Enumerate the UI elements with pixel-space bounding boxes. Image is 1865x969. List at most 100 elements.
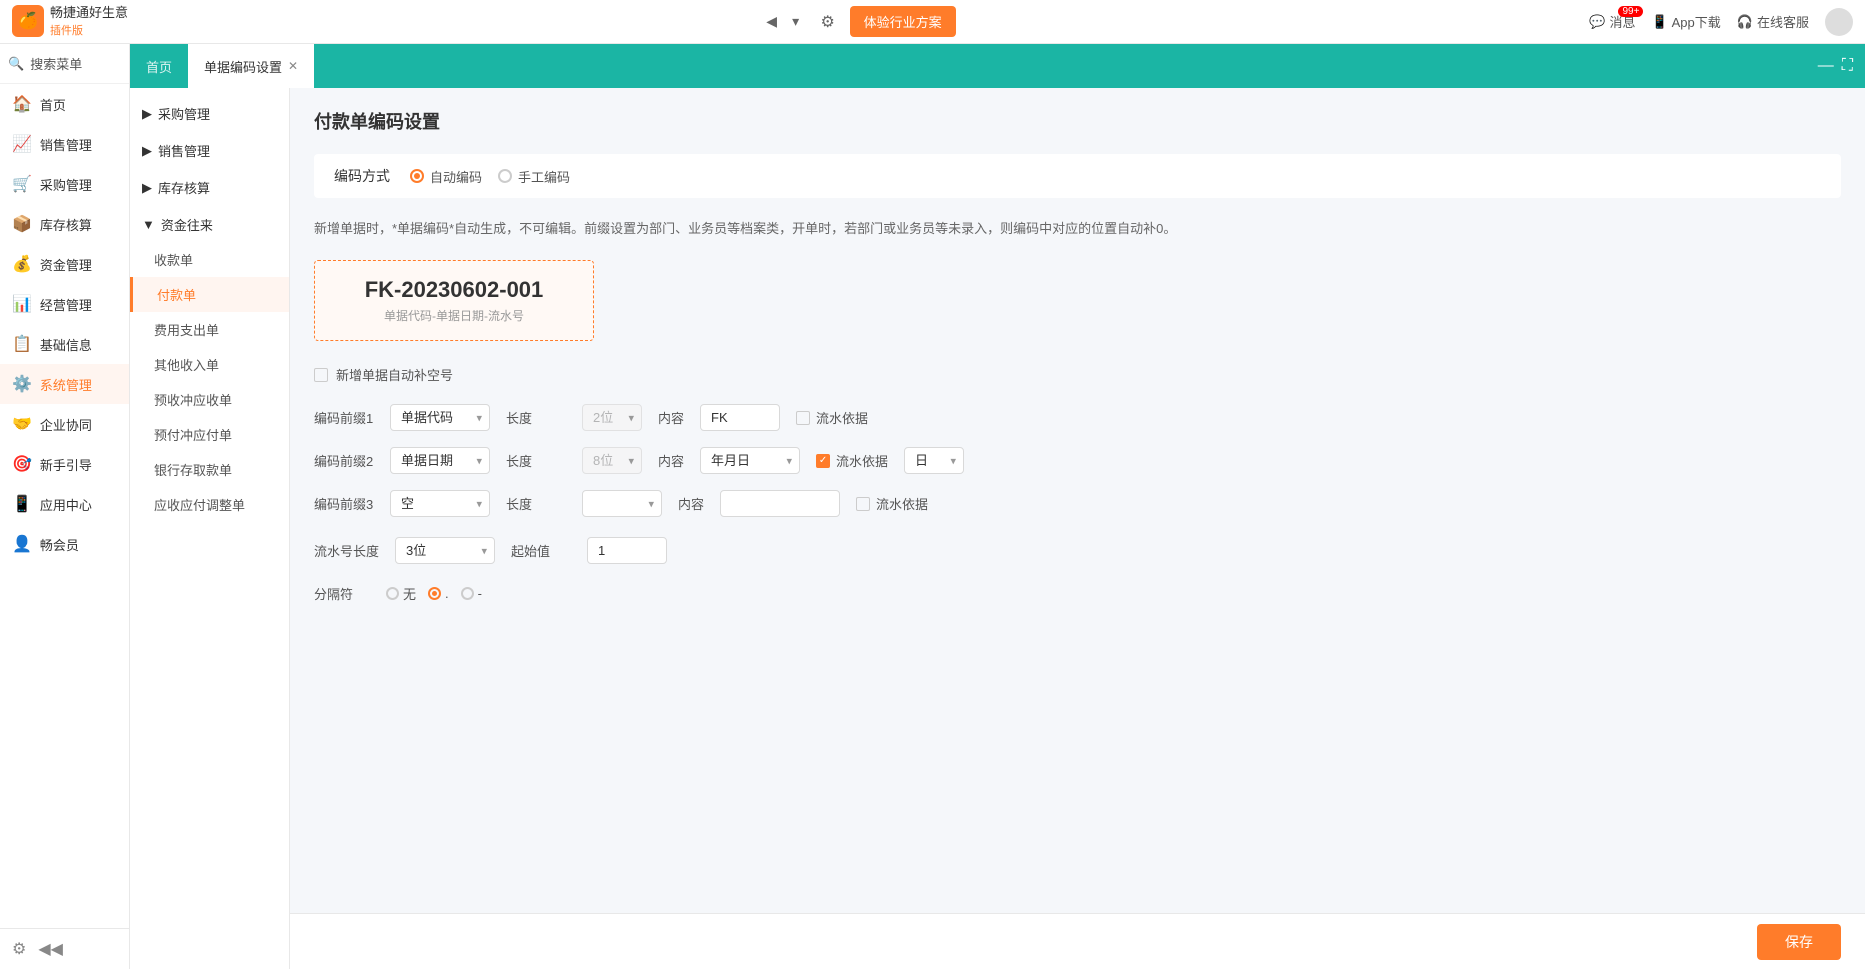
sidebar-item-inventory[interactable]: 📦 库存核算 (0, 204, 129, 244)
length1-select-wrap: 2位 (582, 404, 642, 431)
sidebar-collapse-btn[interactable]: ◀◀ (38, 939, 63, 959)
sidebar-item-member[interactable]: 👤 畅会员 (0, 524, 129, 564)
manual-code-radio[interactable]: 手工编码 (498, 167, 570, 186)
serial3-checkbox[interactable] (856, 497, 870, 511)
sub-item-bank-deposit[interactable]: 银行存取款单 (130, 452, 289, 487)
sub-purchase-arrow: ▶ (142, 106, 152, 122)
service-btn[interactable]: 🎧 在线客服 (1737, 12, 1809, 31)
sub-inventory-label: 库存核算 (158, 178, 210, 197)
page-content: 付款单编码设置 编码方式 自动编码 手工编码 (290, 88, 1865, 913)
prefix3-select[interactable]: 空 (390, 490, 490, 517)
apps-icon: 📱 (12, 494, 32, 514)
sub-item-expense[interactable]: 费用支出单 (130, 312, 289, 347)
message-badge: 99+ (1618, 6, 1643, 17)
sidebar-item-basic[interactable]: 📋 基础信息 (0, 324, 129, 364)
guide-icon: 🎯 (12, 454, 32, 474)
content2-select-wrap: 年月日 (700, 447, 800, 474)
day-select[interactable]: 日 (904, 447, 964, 474)
app-download-btn[interactable]: 📱 App下载 (1651, 12, 1720, 31)
sidebar-menu: 🏠 首页 📈 销售管理 🛒 采购管理 📦 库存核算 💰 资金管理 📊 经 (0, 84, 129, 928)
sub-sales-label: 销售管理 (158, 141, 210, 160)
sub-item-other-income[interactable]: 其他收入单 (130, 347, 289, 382)
nav-back-btn[interactable]: ◀ (762, 12, 782, 32)
content2-select[interactable]: 年月日 (700, 447, 800, 474)
separator-dot-radio[interactable]: . (428, 586, 449, 601)
sidebar-item-label: 经营管理 (40, 295, 92, 314)
serial-row: 流水号长度 3位 起始值 (314, 537, 1841, 564)
preview-code: FK-20230602-001 (339, 277, 569, 303)
sidebar-item-guide[interactable]: 🎯 新手引导 (0, 444, 129, 484)
sidebar-item-system[interactable]: ⚙️ 系统管理 (0, 364, 129, 404)
sub-header-purchase[interactable]: ▶ 采购管理 (130, 96, 289, 131)
prefix2-select[interactable]: 单据日期 (390, 447, 490, 474)
sub-item-payment[interactable]: 付款单 (130, 277, 289, 312)
trial-btn[interactable]: 体验行业方案 (850, 6, 956, 37)
content3-label: 内容 (678, 494, 704, 513)
prefix3-select-wrap: 空 (390, 490, 490, 517)
sub-item-advance-payment[interactable]: 预付冲应付单 (130, 417, 289, 452)
tab-close-btn[interactable]: ✕ (288, 59, 298, 73)
prefix1-select[interactable]: 单据代码 (390, 404, 490, 431)
start-value-label: 起始值 (511, 541, 571, 560)
sidebar-item-label: 系统管理 (40, 375, 92, 394)
sidebar-item-label: 资金管理 (40, 255, 92, 274)
sub-header-sales[interactable]: ▶ 销售管理 (130, 133, 289, 168)
sub-header-funds[interactable]: ▼ 资金往来 (130, 207, 289, 242)
auto-code-radio[interactable]: 自动编码 (410, 167, 482, 186)
length2-label: 长度 (506, 451, 566, 470)
prefix1-label: 编码前缀1 (314, 408, 374, 427)
auto-fill-checkbox[interactable] (314, 368, 328, 382)
separator-dot-label: . (445, 586, 449, 601)
sidebar-item-enterprise[interactable]: 🤝 企业协同 (0, 404, 129, 444)
length2-select[interactable]: 8位 (582, 447, 642, 474)
length1-select[interactable]: 2位 (582, 404, 642, 431)
home-icon: 🏠 (12, 94, 32, 114)
content2-label: 内容 (658, 451, 684, 470)
sales-icon: 📈 (12, 134, 32, 154)
length3-select-wrap (582, 490, 662, 517)
sidebar-item-label: 企业协同 (40, 415, 92, 434)
sub-item-receipt[interactable]: 收款单 (130, 242, 289, 277)
settings-btn[interactable]: ⚙ (814, 8, 842, 36)
search-icon: 🔍 (8, 56, 24, 72)
auto-fill-label: 新增单据自动补空号 (336, 365, 453, 384)
separator-none-radio[interactable]: 无 (386, 584, 416, 603)
service-icon: 🎧 (1737, 14, 1753, 30)
member-icon: 👤 (12, 534, 32, 554)
separator-dash-radio[interactable]: - (461, 586, 482, 601)
sidebar-item-apps[interactable]: 📱 应用中心 (0, 484, 129, 524)
content3-input[interactable] (720, 490, 840, 517)
nav-down-btn[interactable]: ▾ (786, 12, 806, 32)
tab-code-setting[interactable]: 单据编码设置 ✕ (188, 44, 314, 88)
sidebar-item-operations[interactable]: 📊 经营管理 (0, 284, 129, 324)
message-btn[interactable]: 💬 消息 99+ (1589, 12, 1635, 31)
user-avatar[interactable] (1825, 8, 1853, 36)
sidebar-search-btn[interactable]: 🔍 搜索菜单 (0, 44, 129, 84)
serial-length-label: 流水号长度 (314, 541, 379, 560)
sidebar-item-purchase[interactable]: 🛒 采购管理 (0, 164, 129, 204)
tab-maximize-btn[interactable]: ⛶ (1842, 57, 1853, 75)
preview-desc: 单据代码-单据日期-流水号 (339, 307, 569, 324)
tab-minimize-btn[interactable]: — (1818, 57, 1834, 75)
serial2-checkbox[interactable] (816, 454, 830, 468)
nav-arrows: ◀ ▾ (762, 12, 806, 32)
sub-item-receivable-adjust[interactable]: 应收应付调整单 (130, 487, 289, 522)
length2-select-wrap: 8位 (582, 447, 642, 474)
content1-label: 内容 (658, 408, 684, 427)
serial-length-select[interactable]: 3位 (395, 537, 495, 564)
tab-home[interactable]: 首页 (130, 44, 188, 88)
save-button[interactable]: 保存 (1757, 924, 1841, 960)
sidebar-item-sales[interactable]: 📈 销售管理 (0, 124, 129, 164)
sidebar-settings-btn[interactable]: ⚙ (12, 939, 26, 959)
content1-input[interactable] (700, 404, 780, 431)
sidebar-item-home[interactable]: 🏠 首页 (0, 84, 129, 124)
sub-group-purchase: ▶ 采购管理 (130, 96, 289, 131)
sidebar-item-label: 基础信息 (40, 335, 92, 354)
sub-header-inventory[interactable]: ▶ 库存核算 (130, 170, 289, 205)
sub-item-advance-payable[interactable]: 预收冲应收单 (130, 382, 289, 417)
info-text: 新增单据时，*单据编码*自动生成，不可编辑。前缀设置为部门、业务员等档案类，开单… (314, 218, 1841, 240)
sidebar-item-finance[interactable]: 💰 资金管理 (0, 244, 129, 284)
serial1-checkbox[interactable] (796, 411, 810, 425)
start-value-input[interactable] (587, 537, 667, 564)
length3-select[interactable] (582, 490, 662, 517)
